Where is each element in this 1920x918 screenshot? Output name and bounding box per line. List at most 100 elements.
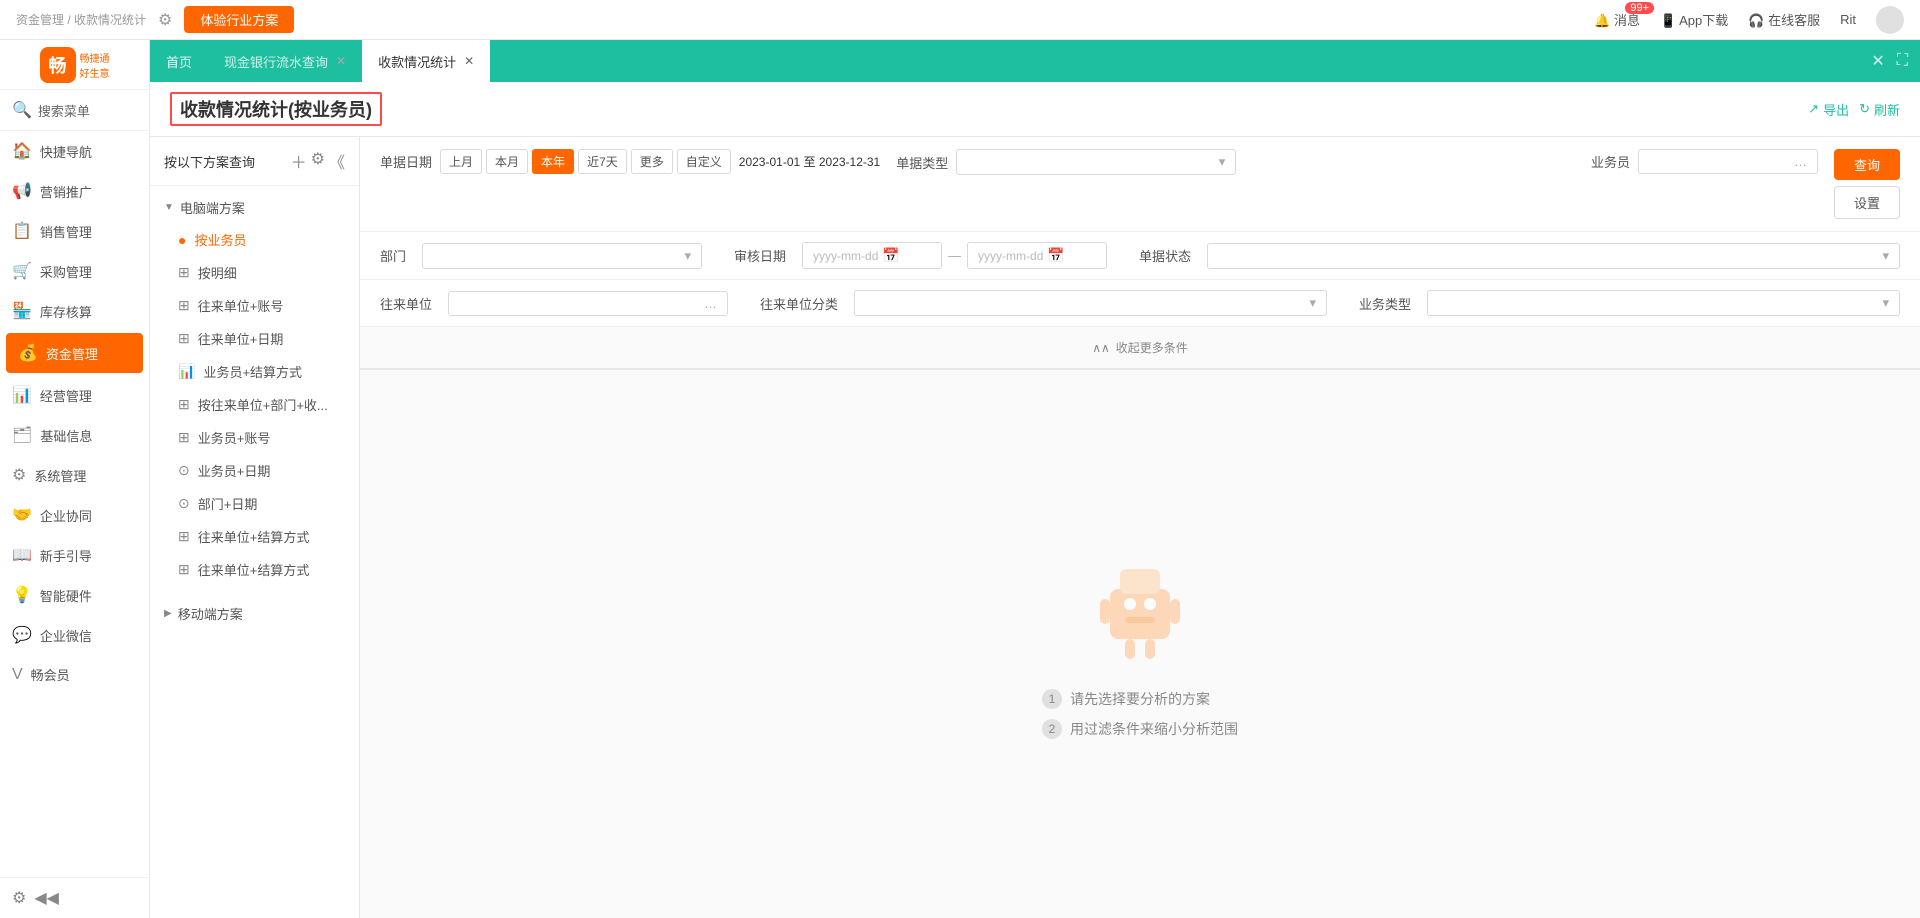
salesperson-date-icon: ⊙ bbox=[178, 462, 190, 479]
scheme-item-salesperson-date[interactable]: ⊙ 业务员+日期 bbox=[150, 454, 359, 487]
tab-cashflow-close[interactable]: ✕ bbox=[336, 54, 346, 68]
sidebar-item-sales[interactable]: 📋 销售管理 bbox=[0, 211, 149, 251]
settings-bottom-icon[interactable]: ⚙ bbox=[12, 888, 26, 908]
partner-settlement2-icon: ⊞ bbox=[178, 561, 190, 578]
scheme-group-desktop-title[interactable]: ▼ 电脑端方案 bbox=[150, 192, 359, 223]
scheme-item-dept-date[interactable]: ⊙ 部门+日期 bbox=[150, 487, 359, 520]
sidebar-item-label: 营销推广 bbox=[40, 182, 92, 201]
sidebar-item-quicknav[interactable]: 🏠 快捷导航 bbox=[0, 131, 149, 171]
docstatus-label: 单据状态 bbox=[1139, 246, 1191, 265]
date-btn-custom[interactable]: 自定义 bbox=[677, 149, 731, 174]
sidebar-item-inventory[interactable]: 🏪 库存核算 bbox=[0, 291, 149, 331]
trial-btn[interactable]: 体验行业方案 bbox=[184, 6, 294, 33]
partner-cat-select[interactable]: ▾ bbox=[854, 290, 1327, 316]
date-btn-thismonth[interactable]: 本月 bbox=[486, 149, 528, 174]
refresh-btn[interactable]: ↻ 刷新 bbox=[1859, 100, 1900, 119]
sales-icon: 📋 bbox=[12, 221, 32, 241]
user-text[interactable]: Rit bbox=[1840, 12, 1856, 27]
scheme-item-by-detail[interactable]: ⊞ 按明细 bbox=[150, 256, 359, 289]
filter-area-wrapper: 单据日期 上月 本月 本年 近7天 更多 自定义 2023-01-01 bbox=[360, 137, 1920, 370]
scheme-item-label: 部门+日期 bbox=[198, 494, 258, 513]
logo-text: 畅捷通好生意 bbox=[80, 50, 110, 80]
scheme-item-label: 往来单位+结算方式 bbox=[198, 560, 310, 579]
tab-collection-close[interactable]: ✕ bbox=[464, 54, 474, 68]
sidebar-item-guide[interactable]: 📖 新手引导 bbox=[0, 535, 149, 575]
partner-select[interactable]: … bbox=[448, 291, 728, 316]
collapse-bar[interactable]: ∧∧ 收起更多条件 bbox=[360, 327, 1920, 369]
docstatus-select[interactable]: ▾ bbox=[1207, 243, 1900, 269]
sidebar-item-smarthw[interactable]: 💡 智能硬件 bbox=[0, 575, 149, 615]
date-btn-thisyear[interactable]: 本年 bbox=[532, 149, 574, 174]
collapse-scheme-icon[interactable]: 《 bbox=[329, 149, 345, 173]
scheme-group-desktop: ▼ 电脑端方案 ● 按业务员 ⊞ 按明细 ⊞ 往来单位+账号 bbox=[150, 186, 359, 592]
calendar-end-icon[interactable]: 📅 bbox=[1047, 247, 1064, 264]
tab-home-label: 首页 bbox=[166, 52, 192, 71]
sidebar-item-label: 采购管理 bbox=[40, 262, 92, 281]
date-btn-7days[interactable]: 近7天 bbox=[578, 149, 627, 174]
sidebar-item-wechat[interactable]: 💬 企业微信 bbox=[0, 615, 149, 655]
doctype-select[interactable]: ▾ bbox=[956, 149, 1236, 175]
sidebar-item-finance[interactable]: 💰 资金管理 bbox=[6, 333, 143, 373]
settings-scheme-icon[interactable]: ⚙ bbox=[311, 149, 325, 173]
expand-icon: ▼ bbox=[164, 202, 174, 213]
sidebar-item-marketing[interactable]: 📢 营销推广 bbox=[0, 171, 149, 211]
review-date-end-input[interactable]: yyyy-mm-dd 📅 bbox=[967, 242, 1107, 269]
online-service-btn[interactable]: 🎧 在线客服 bbox=[1748, 10, 1820, 29]
scheme-item-partner-dept[interactable]: ⊞ 按往来单位+部门+收... bbox=[150, 388, 359, 421]
smarthw-icon: 💡 bbox=[12, 585, 32, 605]
export-btn[interactable]: ↗ 导出 bbox=[1808, 100, 1849, 119]
sidebar-item-operation[interactable]: 📊 经营管理 bbox=[0, 375, 149, 415]
scheme-item-partner-settlement2[interactable]: ⊞ 往来单位+结算方式 bbox=[150, 553, 359, 586]
tab-collection[interactable]: 收款情况统计 ✕ bbox=[362, 40, 490, 82]
sidebar-item-basic[interactable]: 🗂 基础信息 bbox=[0, 415, 149, 455]
date-btn-lastmonth[interactable]: 上月 bbox=[440, 149, 482, 174]
scheme-item-salesperson-settlement[interactable]: 📊 业务员+结算方式 bbox=[150, 355, 359, 388]
scheme-group-mobile-title[interactable]: ▶ 移动端方案 bbox=[150, 598, 359, 629]
sidebar-item-system[interactable]: ⚙ 系统管理 bbox=[0, 455, 149, 495]
sidebar: 畅 畅捷通好生意 🔍 搜索菜单 🏠 快捷导航 📢 营销推广 📋 销售管理 🛒 采… bbox=[0, 40, 150, 918]
page-header-actions: ↗ 导出 ↻ 刷新 bbox=[1808, 100, 1900, 119]
messages-btn[interactable]: 🔔 消息 99+ bbox=[1594, 10, 1640, 29]
app-download-btn[interactable]: 📱 App下载 bbox=[1660, 10, 1728, 29]
avatar[interactable] bbox=[1876, 6, 1904, 34]
scheme-item-label: 业务员+结算方式 bbox=[203, 362, 302, 381]
tab-maximize-icon[interactable]: ⛶ bbox=[1897, 52, 1908, 70]
collapse-sidebar-icon[interactable]: ◀◀ bbox=[34, 888, 59, 908]
scheme-item-salesperson-account[interactable]: ⊞ 业务员+账号 bbox=[150, 421, 359, 454]
sidebar-item-search[interactable]: 🔍 搜索菜单 bbox=[0, 90, 149, 131]
calendar-start-icon[interactable]: 📅 bbox=[882, 247, 899, 264]
sidebar-item-purchase[interactable]: 🛒 采购管理 bbox=[0, 251, 149, 291]
scheme-item-label: 按往来单位+部门+收... bbox=[198, 395, 328, 414]
tab-cashflow[interactable]: 现金银行流水查询 ✕ bbox=[208, 40, 362, 82]
settings-btn[interactable]: 设置 bbox=[1834, 186, 1900, 219]
date-label: 单据日期 bbox=[380, 152, 432, 171]
empty-state: 1 请先选择要分析的方案 2 用过滤条件来缩小分析范围 bbox=[360, 370, 1920, 918]
scheme-item-label: 往来单位+账号 bbox=[198, 296, 284, 315]
biztype-select[interactable]: ▾ bbox=[1427, 290, 1900, 316]
scheme-item-label: 按业务员 bbox=[194, 230, 246, 249]
review-date-start-input[interactable]: yyyy-mm-dd 📅 bbox=[802, 242, 942, 269]
scheme-item-by-salesperson[interactable]: ● 按业务员 bbox=[150, 223, 359, 256]
query-btn[interactable]: 查询 bbox=[1834, 149, 1900, 180]
sidebar-item-member[interactable]: V 畅会员 bbox=[0, 655, 149, 694]
sidebar-item-label: 智能硬件 bbox=[40, 586, 92, 605]
date-btn-more[interactable]: 更多 bbox=[631, 149, 673, 174]
chevron-down-icon: ▾ bbox=[1219, 154, 1226, 170]
scheme-item-partner-date[interactable]: ⊞ 往来单位+日期 bbox=[150, 322, 359, 355]
tab-close-all-icon[interactable]: ✕ bbox=[1871, 51, 1884, 71]
review-date-label: 审核日期 bbox=[734, 246, 786, 265]
tip-text-1: 请先选择要分析的方案 bbox=[1070, 689, 1210, 709]
filter-panel: 单据日期 上月 本月 本年 近7天 更多 自定义 2023-01-01 bbox=[360, 137, 1920, 918]
salesperson-select[interactable]: … bbox=[1638, 149, 1818, 174]
scheme-item-partner-settlement1[interactable]: ⊞ 往来单位+结算方式 bbox=[150, 520, 359, 553]
gear-icon[interactable]: ⚙ bbox=[158, 10, 172, 30]
dept-select[interactable]: ▾ bbox=[422, 243, 702, 269]
active-scheme-icon: ● bbox=[178, 232, 186, 248]
add-scheme-icon[interactable]: ＋ bbox=[291, 149, 307, 173]
scheme-item-partner-account[interactable]: ⊞ 往来单位+账号 bbox=[150, 289, 359, 322]
scheme-item-label: 往来单位+结算方式 bbox=[198, 527, 310, 546]
dept-label: 部门 bbox=[380, 246, 406, 265]
tab-home[interactable]: 首页 bbox=[150, 40, 208, 82]
sidebar-item-label: 库存核算 bbox=[40, 302, 92, 321]
sidebar-item-enterprise[interactable]: 🤝 企业协同 bbox=[0, 495, 149, 535]
